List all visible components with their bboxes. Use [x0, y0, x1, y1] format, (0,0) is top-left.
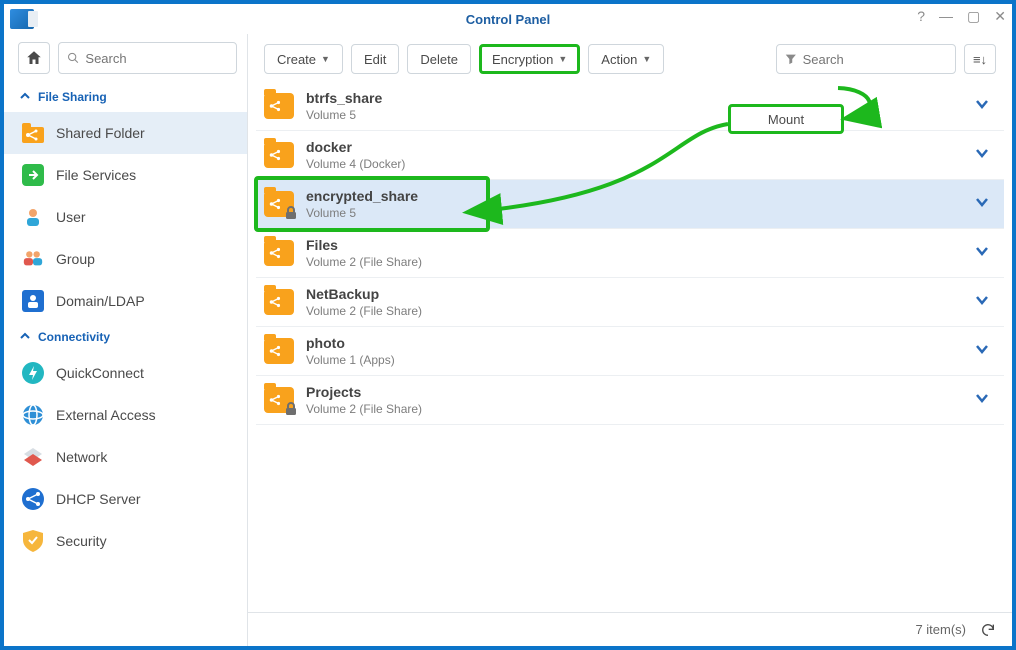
external-access-icon — [22, 404, 44, 426]
minimize-icon[interactable]: — — [939, 8, 953, 25]
sidebar-item-network[interactable]: Network — [4, 436, 247, 478]
sort-button[interactable]: ≡↓ — [964, 44, 996, 74]
sidebar-item-label: External Access — [56, 407, 156, 423]
titlebar: Control Panel ? — ▢ ✕ — [4, 4, 1012, 34]
chevron-down-icon[interactable] — [974, 243, 990, 264]
sidebar-item-label: Group — [56, 251, 95, 267]
folder-subtitle: Volume 2 (File Share) — [306, 402, 422, 416]
sidebar: File Sharing Shared Folder File Services… — [4, 34, 248, 646]
search-icon — [67, 51, 79, 65]
encryption-button[interactable]: Encryption▼ — [479, 44, 580, 74]
sidebar-item-external-access[interactable]: External Access — [4, 394, 247, 436]
folder-name: btrfs_share — [306, 90, 382, 106]
chevron-down-icon[interactable] — [974, 194, 990, 215]
sidebar-item-security[interactable]: Security — [4, 520, 247, 562]
chevron-down-icon[interactable] — [974, 145, 990, 166]
section-connectivity[interactable]: Connectivity — [4, 322, 247, 352]
chevron-down-icon[interactable] — [974, 96, 990, 117]
main-panel: Create▼ Edit Delete Encryption▼ Action▼ … — [248, 34, 1012, 646]
folder-name: NetBackup — [306, 286, 422, 302]
sidebar-item-label: File Services — [56, 167, 136, 183]
sidebar-item-label: Shared Folder — [56, 125, 145, 141]
folder-row[interactable]: btrfs_share Volume 5 — [256, 82, 1004, 131]
section-label: File Sharing — [38, 90, 107, 104]
home-button[interactable] — [18, 42, 50, 74]
item-count: 7 item(s) — [915, 622, 966, 637]
folder-subtitle: Volume 2 (File Share) — [306, 255, 422, 269]
maximize-icon[interactable]: ▢ — [967, 8, 980, 25]
chevron-down-icon[interactable] — [974, 390, 990, 411]
close-icon[interactable]: ✕ — [994, 8, 1006, 25]
sidebar-item-label: QuickConnect — [56, 365, 144, 381]
folder-icon — [264, 191, 294, 217]
sidebar-search-input[interactable] — [85, 51, 228, 66]
sidebar-item-label: User — [56, 209, 86, 225]
chevron-down-icon[interactable] — [974, 292, 990, 313]
folder-row[interactable]: photo Volume 1 (Apps) — [256, 327, 1004, 376]
sidebar-item-dhcp-server[interactable]: DHCP Server — [4, 478, 247, 520]
sidebar-item-shared-folder[interactable]: Shared Folder — [4, 112, 247, 154]
window-title: Control Panel — [4, 12, 1012, 27]
folder-row[interactable]: docker Volume 4 (Docker) — [256, 131, 1004, 180]
dhcp-server-icon — [22, 488, 44, 510]
sidebar-item-label: DHCP Server — [56, 491, 141, 507]
action-button[interactable]: Action▼ — [588, 44, 664, 74]
folder-icon — [264, 240, 294, 266]
folder-subtitle: Volume 5 — [306, 108, 382, 122]
folder-icon — [264, 93, 294, 119]
help-icon[interactable]: ? — [917, 8, 925, 25]
folder-name: Projects — [306, 384, 422, 400]
toolbar-search[interactable] — [776, 44, 956, 74]
section-label: Connectivity — [38, 330, 110, 344]
folder-row[interactable]: Files Volume 2 (File Share) — [256, 229, 1004, 278]
refresh-icon[interactable] — [980, 622, 996, 638]
domain-ldap-icon — [22, 290, 44, 312]
folder-name: encrypted_share — [306, 188, 418, 204]
sidebar-item-label: Network — [56, 449, 107, 465]
delete-button[interactable]: Delete — [407, 44, 471, 74]
quickconnect-icon — [22, 362, 44, 384]
folder-icon — [264, 387, 294, 413]
folder-subtitle: Volume 1 (Apps) — [306, 353, 395, 367]
folder-row[interactable]: encrypted_share Volume 5 — [256, 180, 1004, 229]
sidebar-item-group[interactable]: Group — [4, 238, 247, 280]
statusbar: 7 item(s) — [248, 612, 1012, 646]
filter-icon — [785, 52, 797, 66]
section-file-sharing[interactable]: File Sharing — [4, 82, 247, 112]
sidebar-search[interactable] — [58, 42, 237, 74]
network-icon — [22, 446, 44, 468]
shared-folder-icon — [22, 122, 44, 144]
create-button[interactable]: Create▼ — [264, 44, 343, 74]
folder-row[interactable]: Projects Volume 2 (File Share) — [256, 376, 1004, 425]
sidebar-item-label: Security — [56, 533, 107, 549]
chevron-down-icon[interactable] — [974, 341, 990, 362]
home-icon — [25, 49, 43, 67]
folder-name: Files — [306, 237, 422, 253]
group-icon — [22, 248, 44, 270]
folder-subtitle: Volume 5 — [306, 206, 418, 220]
sidebar-item-label: Domain/LDAP — [56, 293, 145, 309]
folder-subtitle: Volume 4 (Docker) — [306, 157, 405, 171]
edit-button[interactable]: Edit — [351, 44, 399, 74]
folder-icon — [264, 289, 294, 315]
sidebar-item-user[interactable]: User — [4, 196, 247, 238]
sidebar-item-domain-ldap[interactable]: Domain/LDAP — [4, 280, 247, 322]
folder-name: docker — [306, 139, 405, 155]
folder-icon — [264, 338, 294, 364]
sidebar-item-file-services[interactable]: File Services — [4, 154, 247, 196]
folder-name: photo — [306, 335, 395, 351]
user-icon — [22, 206, 44, 228]
folder-icon — [264, 142, 294, 168]
file-services-icon — [22, 164, 44, 186]
toolbar-search-input[interactable] — [803, 52, 947, 67]
folder-subtitle: Volume 2 (File Share) — [306, 304, 422, 318]
toolbar: Create▼ Edit Delete Encryption▼ Action▼ … — [248, 34, 1012, 82]
shield-icon — [22, 530, 44, 552]
sidebar-item-quickconnect[interactable]: QuickConnect — [4, 352, 247, 394]
folder-row[interactable]: NetBackup Volume 2 (File Share) — [256, 278, 1004, 327]
shared-folder-list: btrfs_share Volume 5 docker Volume 4 (Docke… — [248, 82, 1012, 612]
